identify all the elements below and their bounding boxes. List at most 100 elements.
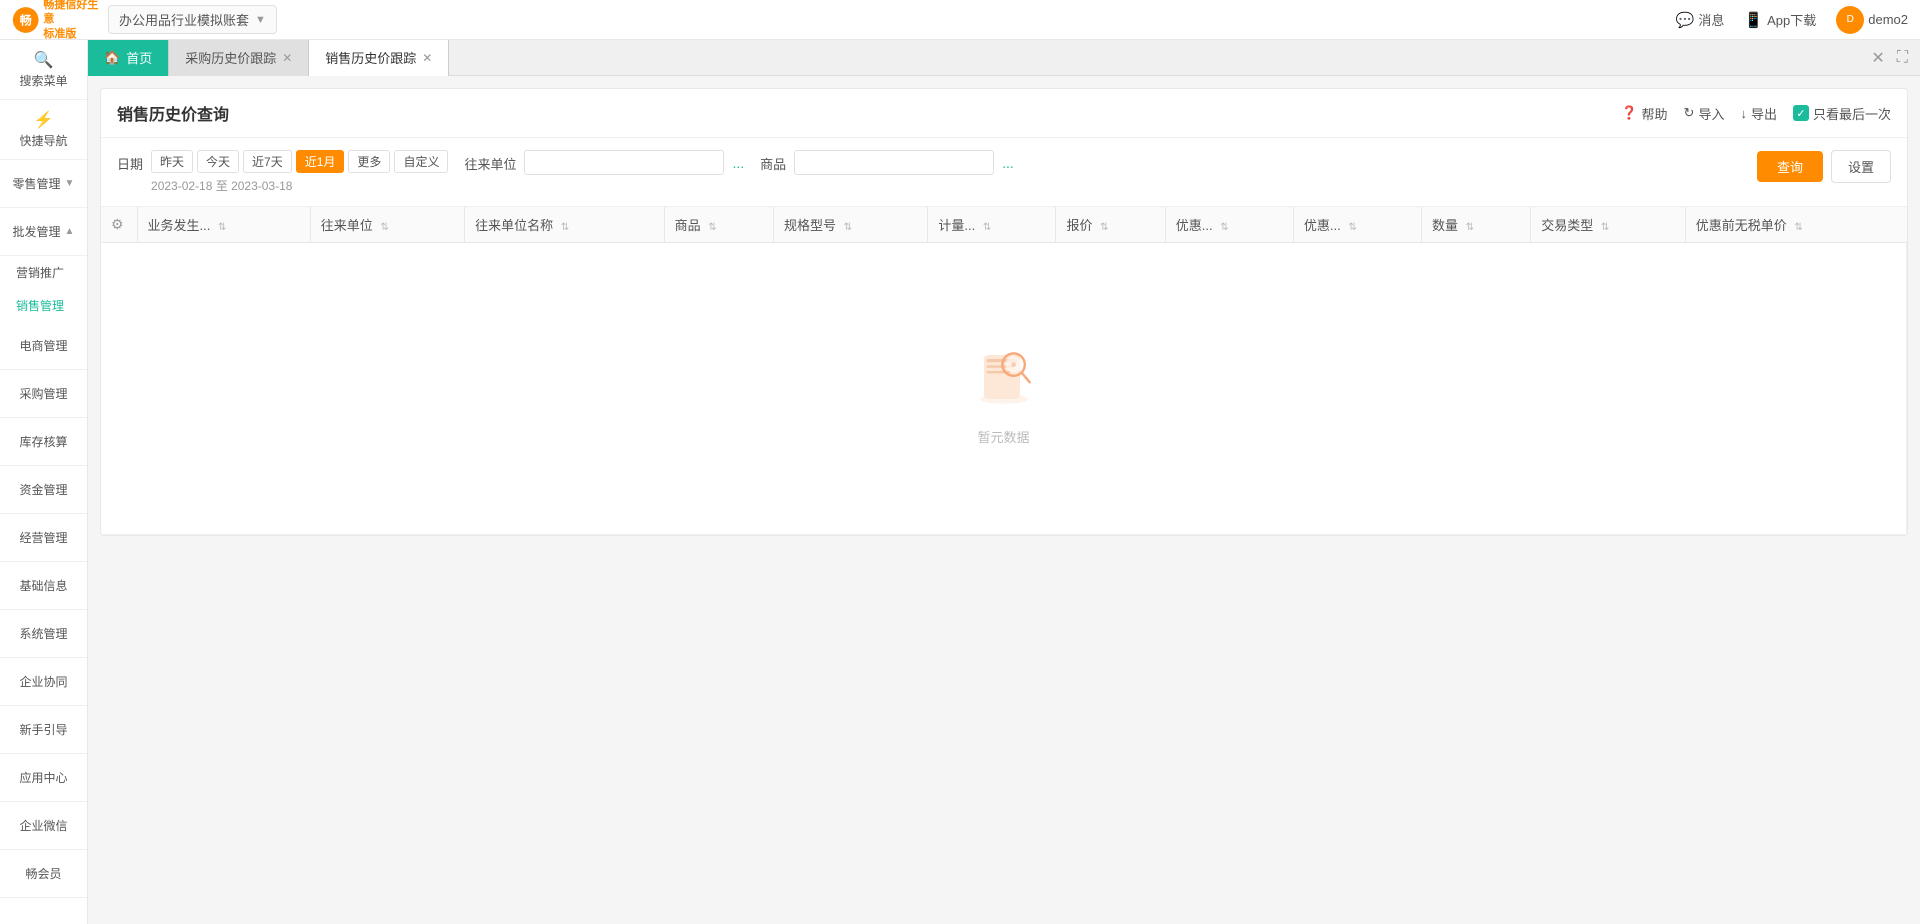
col-qty[interactable]: 数量 ⇅	[1421, 207, 1530, 243]
tab-bar: 🏠 首页 采购历史价跟踪 ✕ 销售历史价跟踪 ✕ ✕ ⛶	[88, 40, 1920, 76]
sidebar-item-enterprise-wechat[interactable]: 企业微信	[0, 802, 87, 850]
sort-icon: ⇅	[1100, 222, 1108, 233]
workspace-selector[interactable]: 办公用品行业模拟账套 ▼	[108, 5, 277, 34]
content-area: 🏠 首页 采购历史价跟踪 ✕ 销售历史价跟踪 ✕ ✕ ⛶ 销售历史价查询	[88, 40, 1920, 924]
date-btn-row: 昨天 今天 近7天 近1月 更多 自定义	[151, 150, 448, 173]
tab-bar-right: ✕ ⛶	[1871, 48, 1920, 68]
sidebar-sub-item-marketing[interactable]: 营销推广	[0, 256, 87, 289]
date-btn-yesterday[interactable]: 昨天	[151, 150, 193, 173]
partner-filter-group: 往来单位 ...	[464, 150, 744, 175]
header-right: 💬 消息 📱 App下载 D demo2	[1676, 6, 1908, 34]
sidebar-item-new-guide[interactable]: 新手引导	[0, 706, 87, 754]
date-btn-7days[interactable]: 近7天	[243, 150, 292, 173]
sidebar-item-member[interactable]: 畅会员	[0, 850, 87, 898]
col-price[interactable]: 报价 ⇅	[1056, 207, 1165, 243]
export-icon: ↓	[1740, 106, 1747, 121]
date-btn-more[interactable]: 更多	[348, 150, 390, 173]
settings-button[interactable]: 设置	[1831, 150, 1891, 183]
col-pretax-price[interactable]: 优惠前无税单价 ⇅	[1685, 207, 1906, 243]
user-btn[interactable]: D demo2	[1836, 6, 1908, 34]
col-partner-name[interactable]: 往来单位名称 ⇅	[465, 207, 665, 243]
page-title: 销售历史价查询	[117, 101, 229, 125]
sidebar-item-retail-mgmt[interactable]: 零售管理 ▼	[0, 160, 87, 208]
empty-state: 暂元数据	[111, 251, 1896, 526]
sort-icon: ⇅	[380, 222, 388, 233]
tab-close-sales[interactable]: ✕	[422, 52, 432, 64]
goods-dots-btn[interactable]: ...	[1002, 155, 1014, 171]
tab-purchase-history[interactable]: 采购历史价跟踪 ✕	[169, 40, 309, 76]
sidebar-item-quick-nav[interactable]: ⚡ 快捷导航	[0, 100, 87, 160]
col-partner-code[interactable]: 往来单位 ⇅	[310, 207, 464, 243]
sidebar-item-system-mgmt[interactable]: 系统管理	[0, 610, 87, 658]
message-btn[interactable]: 💬 消息	[1676, 10, 1725, 29]
chevron-down-icon: ▼	[65, 178, 75, 189]
sort-icon: ⇅	[983, 222, 991, 233]
import-icon: ↻	[1684, 105, 1695, 121]
goods-input-group: ...	[794, 150, 1014, 175]
search-icon: 🔍	[34, 50, 54, 70]
top-header: 畅 畅捷信好生意 标准版 办公用品行业模拟账套 ▼ 💬 消息 📱 App下载 D…	[0, 0, 1920, 40]
page-header-actions: ❓ 帮助 ↻ 导入 ↓ 导出 ✓ 只看最后一次	[1621, 104, 1891, 123]
tab-close-purchase[interactable]: ✕	[282, 52, 292, 64]
close-tab-btn[interactable]: ✕	[1871, 48, 1884, 68]
filter-actions: 查询 设置	[1757, 150, 1891, 183]
import-btn[interactable]: ↻ 导入	[1684, 104, 1725, 123]
date-filter-group: 日期 昨天 今天 近7天 近1月 更多 自定义 2023-02-18 至 202…	[117, 150, 448, 194]
tab-sales-history[interactable]: 销售历史价跟踪 ✕	[309, 40, 449, 76]
app-download-btn[interactable]: 📱 App下载	[1744, 10, 1816, 29]
partner-input[interactable]	[524, 150, 724, 175]
chevron-up-icon: ▲	[65, 226, 75, 237]
empty-text: 暂元数据	[977, 427, 1029, 446]
table-header-row: ⚙ 业务发生... ⇅ 往来单位 ⇅	[101, 207, 1907, 243]
sidebar-item-inventory-check[interactable]: 库存核算	[0, 418, 87, 466]
gear-icon[interactable]: ⚙	[111, 216, 124, 232]
sort-icon: ⇅	[1601, 222, 1609, 233]
sort-icon: ⇅	[1348, 222, 1356, 233]
goods-filter-label: 商品	[760, 150, 786, 173]
col-discount2[interactable]: 优惠... ⇅	[1293, 207, 1421, 243]
sort-icon: ⇅	[1220, 222, 1228, 233]
sidebar-item-basic-info[interactable]: 基础信息	[0, 562, 87, 610]
logo-text: 畅捷信好生意 标准版	[43, 0, 100, 41]
workspace-label: 办公用品行业模拟账套	[119, 10, 249, 29]
help-btn[interactable]: ❓ 帮助	[1621, 104, 1667, 123]
date-btn-1month[interactable]: 近1月	[296, 150, 345, 173]
col-goods[interactable]: 商品 ⇅	[664, 207, 773, 243]
page-content: 销售历史价查询 ❓ 帮助 ↻ 导入 ↓ 导出	[88, 76, 1920, 924]
date-range-text: 2023-02-18 至 2023-03-18	[151, 177, 448, 194]
sidebar-item-operations-mgmt[interactable]: 经营管理	[0, 514, 87, 562]
sort-icon: ⇅	[218, 222, 226, 233]
query-button[interactable]: 查询	[1757, 151, 1823, 182]
date-btn-today[interactable]: 今天	[197, 150, 239, 173]
only-last-checkbox[interactable]: ✓ 只看最后一次	[1793, 104, 1891, 123]
col-discount1[interactable]: 优惠... ⇅	[1165, 207, 1293, 243]
col-unit[interactable]: 计量... ⇅	[928, 207, 1056, 243]
goods-input[interactable]	[794, 150, 994, 175]
col-trade-type[interactable]: 交易类型 ⇅	[1531, 207, 1685, 243]
export-btn[interactable]: ↓ 导出	[1740, 104, 1777, 123]
sidebar-item-app-center[interactable]: 应用中心	[0, 754, 87, 802]
empty-illustration	[964, 331, 1044, 411]
partner-dots-btn[interactable]: ...	[732, 155, 744, 171]
maximize-btn[interactable]: ⛶	[1897, 49, 1908, 67]
table-head: ⚙ 业务发生... ⇅ 往来单位 ⇅	[101, 207, 1907, 243]
sidebar-item-enterprise-collab[interactable]: 企业协同	[0, 658, 87, 706]
data-table: ⚙ 业务发生... ⇅ 往来单位 ⇅	[101, 207, 1907, 535]
tab-home[interactable]: 🏠 首页	[88, 40, 169, 76]
sidebar-item-finance-mgmt[interactable]: 资金管理	[0, 466, 87, 514]
home-icon: 🏠	[104, 50, 120, 66]
message-icon: 💬	[1676, 11, 1695, 29]
sidebar-item-purchase-mgmt[interactable]: 采购管理	[0, 370, 87, 418]
col-settings[interactable]: ⚙	[101, 207, 137, 243]
sidebar-sub-item-sales-mgmt[interactable]: 销售管理	[0, 289, 87, 322]
sidebar-item-wholesale-mgmt[interactable]: 批发管理 ▲	[0, 208, 87, 256]
sidebar-item-search-menu[interactable]: 🔍 搜索菜单	[0, 40, 87, 100]
col-biz-date[interactable]: 业务发生... ⇅	[137, 207, 310, 243]
logo-icon: 畅	[12, 4, 39, 36]
col-spec[interactable]: 规格型号 ⇅	[773, 207, 927, 243]
date-btn-custom[interactable]: 自定义	[394, 150, 448, 173]
sidebar-item-ecommerce-mgmt[interactable]: 电商管理	[0, 322, 87, 370]
sort-icon: ⇅	[561, 222, 569, 233]
sort-icon: ⇅	[844, 222, 852, 233]
svg-text:畅: 畅	[20, 12, 32, 27]
